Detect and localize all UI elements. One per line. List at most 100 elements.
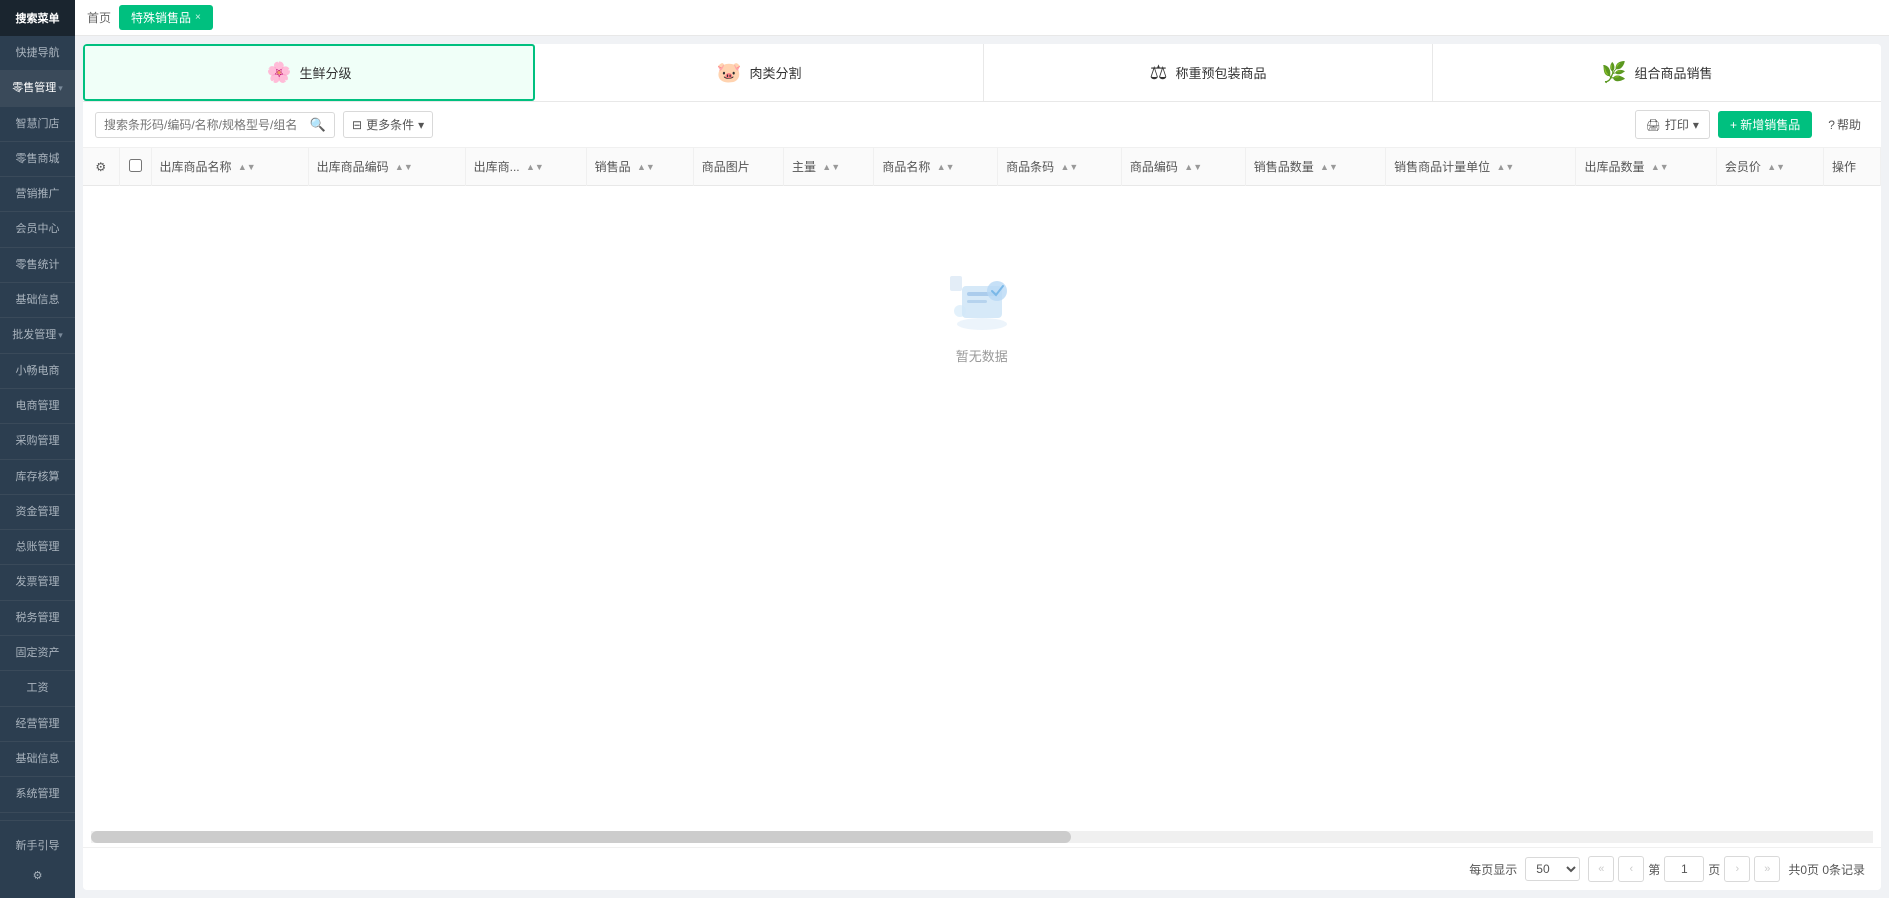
col-sales-qty[interactable]: 销售品数量 ▲▼ (1245, 148, 1385, 186)
search-box[interactable]: 🔍 (95, 112, 335, 138)
select-all-checkbox[interactable] (129, 159, 142, 172)
col-member-price[interactable]: 会员价 ▲▼ (1716, 148, 1823, 186)
page-size-label: 每页显示 (1469, 861, 1517, 878)
col-main-weight[interactable]: 主量 ▲▼ (783, 148, 873, 186)
sidebar-item-wholesale[interactable]: 批发管理 ▾ (0, 318, 75, 353)
sidebar-item-marketing[interactable]: 营销推广 (0, 177, 75, 212)
topbar: 首页 特殊销售品 × (75, 0, 1889, 36)
tab-combo-sales[interactable]: 🌿 组合商品销售 (1433, 44, 1881, 101)
empty-state: 暂无数据 (83, 186, 1881, 445)
sidebar-logo[interactable]: 搜索菜单 (0, 0, 75, 36)
prev-page-button[interactable]: ‹ (1618, 856, 1644, 882)
sidebar-item-ecom-mgmt[interactable]: 电商管理 (0, 389, 75, 424)
sidebar-item-base-info-2[interactable]: 基础信息 (0, 742, 75, 777)
search-icon[interactable]: 🔍 (310, 117, 326, 133)
tab-fresh-grade-label: 生鲜分级 (299, 63, 351, 82)
fresh-grade-icon: 🌸 (267, 60, 292, 85)
sidebar-item-settings[interactable]: ⚙ (4, 861, 71, 890)
col-sales-unit[interactable]: 销售商品计量单位 ▲▼ (1386, 148, 1576, 186)
print-icon: 🖨 (1646, 118, 1661, 132)
sidebar-item-purchase[interactable]: 采购管理 (0, 424, 75, 459)
col-sales-product[interactable]: 销售品 ▲▼ (586, 148, 693, 186)
sidebar-item-ledger[interactable]: 总账管理 (0, 530, 75, 565)
home-link[interactable]: 首页 (87, 9, 111, 26)
sidebar-item-retail-mall[interactable]: 零售商城 (0, 142, 75, 177)
sidebar-item-finance[interactable]: 资金管理 (0, 495, 75, 530)
col-out-spec[interactable]: 出库商... ▲▼ (465, 148, 586, 186)
col-product-name[interactable]: 商品名称 ▲▼ (874, 148, 998, 186)
tab-weigh-pack[interactable]: ⚖ 称重预包装商品 (984, 44, 1433, 101)
col-main-weight-label: 主量 (792, 160, 816, 174)
table-header-row: ⚙ 出库商品名称 ▲▼ 出库商品编码 ▲▼ 出库 (83, 148, 1881, 186)
tab-fresh-grade[interactable]: 🌸 生鲜分级 (83, 44, 535, 101)
active-tab[interactable]: 特殊销售品 × (119, 5, 213, 30)
col-sales-qty-label: 销售品数量 (1254, 160, 1314, 174)
category-tabs: 🌸 生鲜分级 🐷 肉类分割 ⚖ 称重预包装商品 🌿 组合商品销售 (83, 44, 1881, 102)
sidebar-item-fixed-assets[interactable]: 固定资产 (0, 636, 75, 671)
sidebar-item-enterprise[interactable]: 企业协同 (0, 813, 75, 820)
print-label: 打印 (1665, 116, 1689, 133)
sidebar-item-invoice[interactable]: 发票管理 (0, 565, 75, 600)
col-out-spec-label: 出库商... (474, 160, 520, 174)
sidebar-item-retail-mgmt[interactable]: 零售管理 ▾ (0, 71, 75, 106)
weigh-pack-icon: ⚖ (1150, 60, 1168, 85)
horizontal-scrollbar[interactable] (91, 831, 1873, 843)
sidebar-item-system[interactable]: 系统管理 (0, 777, 75, 812)
col-barcode-label: 商品条码 (1006, 160, 1054, 174)
sort-icon-11: ▲▼ (1651, 163, 1669, 172)
col-product-code-label: 商品编码 (1130, 160, 1178, 174)
tab-weigh-pack-label: 称重预包装商品 (1175, 63, 1266, 82)
search-input[interactable] (104, 118, 310, 132)
tab-meat-cut[interactable]: 🐷 肉类分割 (535, 44, 984, 101)
col-barcode[interactable]: 商品条码 ▲▼ (998, 148, 1122, 186)
new-sales-product-button[interactable]: + 新增销售品 (1718, 111, 1812, 138)
next-page-button[interactable]: › (1724, 856, 1750, 882)
page-size-select[interactable]: 50 10 20 100 (1525, 857, 1580, 881)
col-actions: 操作 (1823, 148, 1880, 186)
active-tab-label: 特殊销售品 (131, 9, 191, 26)
print-button[interactable]: 🖨 打印 ▾ (1635, 110, 1710, 139)
filter-button[interactable]: ⊟ 更多条件 ▾ (343, 111, 433, 138)
sidebar-item-payroll[interactable]: 工资 (0, 671, 75, 706)
combo-sales-icon: 🌿 (1602, 60, 1627, 85)
sidebar-item-retail-stats[interactable]: 零售统计 (0, 248, 75, 283)
col-settings[interactable]: ⚙ (83, 148, 119, 186)
sidebar-menu: 快捷导航 零售管理 ▾ 智慧门店 零售商城 营销推广 会员中心 零售统计 基础信… (0, 36, 75, 820)
first-page-button[interactable]: « (1588, 856, 1614, 882)
col-checkbox[interactable] (119, 148, 151, 186)
close-tab-icon[interactable]: × (195, 12, 201, 23)
sidebar-item-tax[interactable]: 税务管理 (0, 601, 75, 636)
col-out-name[interactable]: 出库商品名称 ▲▼ (151, 148, 308, 186)
sidebar-item-biz-mgmt[interactable]: 经营管理 (0, 707, 75, 742)
sidebar-item-quick-nav[interactable]: 快捷导航 (0, 36, 75, 71)
tab-combo-sales-label: 组合商品销售 (1634, 63, 1712, 82)
page-label-suffix: 页 (1708, 861, 1720, 878)
filter-icon: ⊟ (352, 118, 362, 132)
sort-icon-9: ▲▼ (1320, 163, 1338, 172)
sidebar: 搜索菜单 快捷导航 零售管理 ▾ 智慧门店 零售商城 营销推广 会员中心 零售统… (0, 0, 75, 898)
sort-icon-7: ▲▼ (1061, 163, 1079, 172)
col-product-code[interactable]: 商品编码 ▲▼ (1121, 148, 1245, 186)
print-arrow-icon: ▾ (1693, 118, 1699, 132)
arrow-icon-2: ▾ (58, 330, 63, 342)
col-out-code[interactable]: 出库商品编码 ▲▼ (308, 148, 465, 186)
total-info: 共0页 0条记录 (1788, 861, 1865, 878)
sidebar-item-inventory[interactable]: 库存核算 (0, 460, 75, 495)
pagination: 每页显示 50 10 20 100 « ‹ 第 页 › » 共0页 0条记录 (83, 847, 1881, 890)
help-button[interactable]: ? 帮助 (1820, 111, 1869, 138)
last-page-button[interactable]: » (1754, 856, 1780, 882)
sidebar-item-smart-store[interactable]: 智慧门店 (0, 107, 75, 142)
scrollbar-thumb[interactable] (91, 831, 1071, 843)
help-icon: ? (1828, 118, 1835, 132)
toolbar: 🔍 ⊟ 更多条件 ▾ 🖨 打印 ▾ + 新增销售品 ? 帮助 (83, 102, 1881, 148)
sidebar-item-guide[interactable]: 新手引导 (4, 829, 71, 861)
col-out-qty[interactable]: 出库品数量 ▲▼ (1576, 148, 1716, 186)
sort-icon-2: ▲▼ (395, 163, 413, 172)
sidebar-item-base-info-1[interactable]: 基础信息 (0, 283, 75, 318)
sidebar-item-member[interactable]: 会员中心 (0, 212, 75, 247)
page-number-input[interactable] (1664, 856, 1704, 882)
sidebar-item-ecommerce[interactable]: 小畅电商 (0, 354, 75, 389)
filter-label: 更多条件 (366, 116, 414, 133)
col-product-img: 商品图片 (693, 148, 783, 186)
page-body: 🌸 生鲜分级 🐷 肉类分割 ⚖ 称重预包装商品 🌿 组合商品销售 🔍 (83, 44, 1881, 890)
